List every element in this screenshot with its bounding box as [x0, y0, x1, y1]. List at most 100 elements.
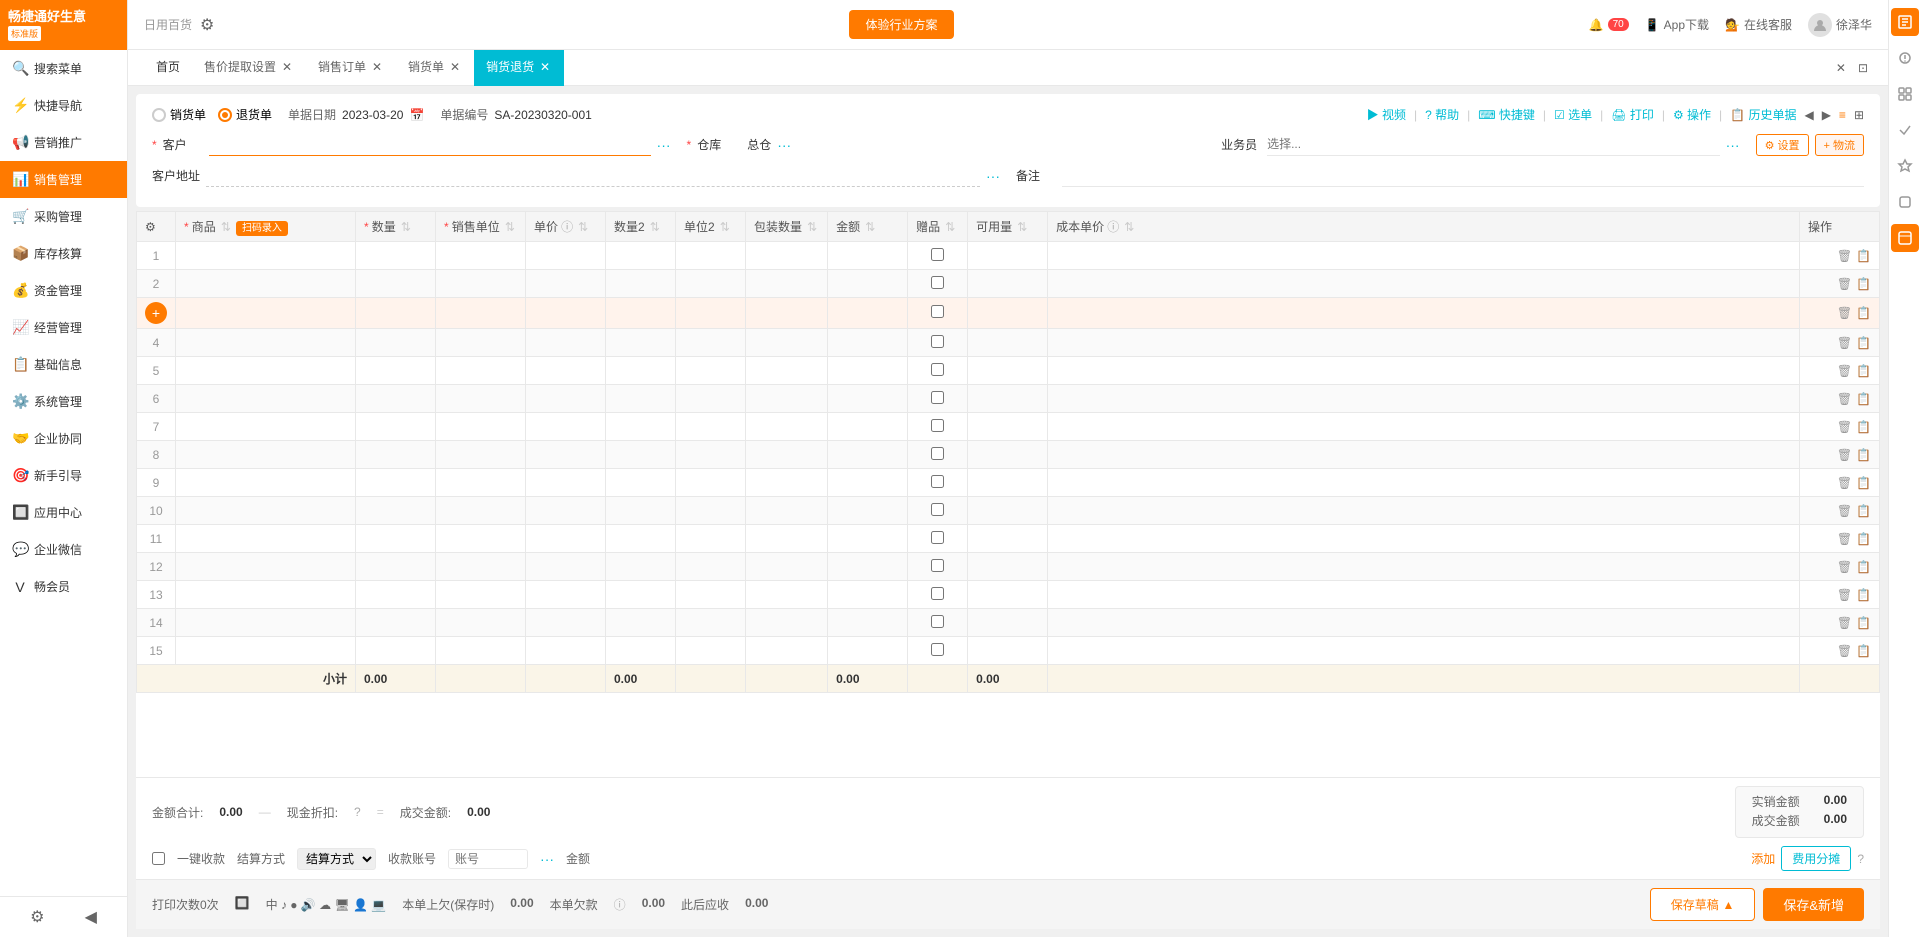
- copy-icon-5[interactable]: 📋: [1856, 364, 1871, 378]
- add-row-btn[interactable]: +: [145, 302, 167, 324]
- tab-sales-order[interactable]: 销售订单 ✕: [306, 50, 396, 86]
- settings-button[interactable]: ⚙ 设置: [1756, 134, 1809, 156]
- delete-icon-8[interactable]: 🗑: [1837, 448, 1852, 462]
- delete-icon-9[interactable]: 🗑: [1837, 476, 1852, 490]
- product-input-3[interactable]: [184, 306, 347, 320]
- doc-action-print[interactable]: 🖨 打印: [1611, 106, 1654, 123]
- split-fees-btn[interactable]: 费用分摊: [1781, 846, 1851, 871]
- copy-icon-8[interactable]: 📋: [1856, 448, 1871, 462]
- gift-cell-2[interactable]: [908, 270, 968, 298]
- copy-icon-6[interactable]: 📋: [1856, 392, 1871, 406]
- sales-unit-cell-1[interactable]: [436, 242, 526, 270]
- right-panel-item-1[interactable]: [1891, 8, 1919, 36]
- pack-qty-cell-2[interactable]: [746, 270, 828, 298]
- copy-icon-12[interactable]: 📋: [1856, 560, 1871, 574]
- costprice-sort-icon[interactable]: ⇅: [1124, 220, 1134, 234]
- sort-icon[interactable]: ⇅: [221, 220, 231, 234]
- chevron-up-icon[interactable]: ▲: [1722, 898, 1734, 912]
- gift-checkbox-3[interactable]: [931, 305, 944, 318]
- address-input[interactable]: [206, 164, 980, 187]
- sidebar-item-system[interactable]: ⚙️ 系统管理: [0, 383, 127, 420]
- delete-icon-1[interactable]: 🗑: [1837, 249, 1852, 263]
- app-download-item[interactable]: 📱 App下载: [1645, 16, 1709, 33]
- copy-icon-10[interactable]: 📋: [1856, 504, 1871, 518]
- salesperson-input[interactable]: [1267, 133, 1720, 156]
- sidebar-item-purchase[interactable]: 🛒 采购管理: [0, 198, 127, 235]
- calendar-icon[interactable]: 📅: [409, 108, 424, 122]
- copy-icon-1[interactable]: 📋: [1856, 249, 1871, 263]
- sales-unit-cell-2[interactable]: [436, 270, 526, 298]
- doc-action-operate[interactable]: ⚙ 操作: [1673, 106, 1711, 123]
- topbar-settings-icon[interactable]: ⚙: [200, 15, 214, 35]
- sidebar-item-apps[interactable]: 🔲 应用中心: [0, 494, 127, 531]
- cost-price-cell-1[interactable]: [1048, 242, 1800, 270]
- right-panel-item-6[interactable]: [1891, 188, 1919, 216]
- copy-icon-13[interactable]: 📋: [1856, 588, 1871, 602]
- cost-price-info-icon[interactable]: ⓘ: [1107, 220, 1119, 234]
- qty2-cell-3[interactable]: [606, 298, 676, 329]
- delete-icon-4[interactable]: 🗑: [1837, 336, 1852, 350]
- right-panel-item-5[interactable]: [1891, 152, 1919, 180]
- unit2-cell-3[interactable]: [676, 298, 746, 329]
- cost-price-cell-3[interactable]: [1048, 298, 1800, 329]
- customer-input[interactable]: [209, 133, 651, 156]
- customer-select-btn[interactable]: ···: [657, 137, 671, 153]
- save-draft-button[interactable]: 保存草稿 ▲: [1650, 888, 1756, 921]
- tab-close-price-setting[interactable]: ✕: [280, 60, 294, 74]
- delete-icon-5[interactable]: 🗑: [1837, 364, 1852, 378]
- delete-icon-6[interactable]: 🗑: [1837, 392, 1852, 406]
- unit2-cell-1[interactable]: [676, 242, 746, 270]
- delete-icon-12[interactable]: 🗑: [1837, 560, 1852, 574]
- delete-icon-3[interactable]: 🗑: [1837, 306, 1852, 320]
- avail-sort-icon[interactable]: ⇅: [1017, 220, 1027, 234]
- tab-home[interactable]: 首页: [144, 50, 192, 86]
- sidebar-item-guide[interactable]: 🎯 新手引导: [0, 457, 127, 494]
- salesunit-sort-icon[interactable]: ⇅: [505, 220, 515, 234]
- sidebar-item-enterprise[interactable]: 🤝 企业协同: [0, 420, 127, 457]
- available-cell-1[interactable]: [968, 242, 1048, 270]
- delete-icon-11[interactable]: 🗑: [1837, 532, 1852, 546]
- sidebar-item-finance[interactable]: 💰 资金管理: [0, 272, 127, 309]
- right-panel-item-2[interactable]: [1891, 44, 1919, 72]
- right-panel-item-4[interactable]: [1891, 116, 1919, 144]
- user-profile-item[interactable]: 徐泽华: [1808, 13, 1872, 37]
- sidebar-item-wechat[interactable]: 💬 企业微信: [0, 531, 127, 568]
- warehouse-select-btn[interactable]: ···: [777, 137, 791, 153]
- gift-cell-1[interactable]: [908, 242, 968, 270]
- tab-sales-delivery[interactable]: 销货单 ✕: [396, 50, 474, 86]
- account-input[interactable]: [448, 849, 528, 869]
- delete-icon-2[interactable]: 🗑: [1837, 277, 1852, 291]
- maximize-icon[interactable]: ⊡: [1854, 61, 1872, 75]
- sidebar-settings-icon[interactable]: ⚙: [30, 907, 44, 927]
- sidebar-item-sales[interactable]: 📊 销售管理: [0, 161, 127, 198]
- qty-cell-3[interactable]: [356, 298, 436, 329]
- qty-cell-1[interactable]: [356, 242, 436, 270]
- sidebar-item-search[interactable]: 🔍 搜索菜单: [0, 50, 127, 87]
- sidebar-collapse-icon[interactable]: ◀: [85, 907, 97, 927]
- qty2-sort-icon[interactable]: ⇅: [650, 220, 660, 234]
- list-view-icon[interactable]: ≡: [1839, 108, 1846, 122]
- unit-price-info-icon[interactable]: ⓘ: [561, 220, 573, 234]
- unit2-cell-2[interactable]: [676, 270, 746, 298]
- copy-icon-14[interactable]: 📋: [1856, 616, 1871, 630]
- sidebar-item-base[interactable]: 📋 基础信息: [0, 346, 127, 383]
- calc-method-select[interactable]: 结算方式: [297, 848, 376, 870]
- available-cell-3[interactable]: [968, 298, 1048, 329]
- sidebar-item-operations[interactable]: 📈 经营管理: [0, 309, 127, 346]
- qty2-cell-1[interactable]: [606, 242, 676, 270]
- product-cell-3[interactable]: [176, 298, 356, 329]
- available-cell-2[interactable]: [968, 270, 1048, 298]
- uprice-sort-icon[interactable]: ⇅: [578, 220, 588, 234]
- gift-checkbox-2[interactable]: [931, 276, 944, 289]
- right-panel-item-3[interactable]: [1891, 80, 1919, 108]
- delete-icon-13[interactable]: 🗑: [1837, 588, 1852, 602]
- tab-close-sales-delivery[interactable]: ✕: [448, 60, 462, 74]
- unit-price-cell-2[interactable]: [526, 270, 606, 298]
- copy-icon-4[interactable]: 📋: [1856, 336, 1871, 350]
- doc-action-video[interactable]: ▶ 视频: [1367, 106, 1406, 123]
- sidebar-item-shortcut[interactable]: ⚡ 快捷导航: [0, 87, 127, 124]
- sidebar-item-marketing[interactable]: 📢 营销推广: [0, 124, 127, 161]
- pack-qty-cell-1[interactable]: [746, 242, 828, 270]
- next-record-icon[interactable]: ▶: [1822, 108, 1831, 122]
- col-settings[interactable]: ⚙: [137, 212, 176, 242]
